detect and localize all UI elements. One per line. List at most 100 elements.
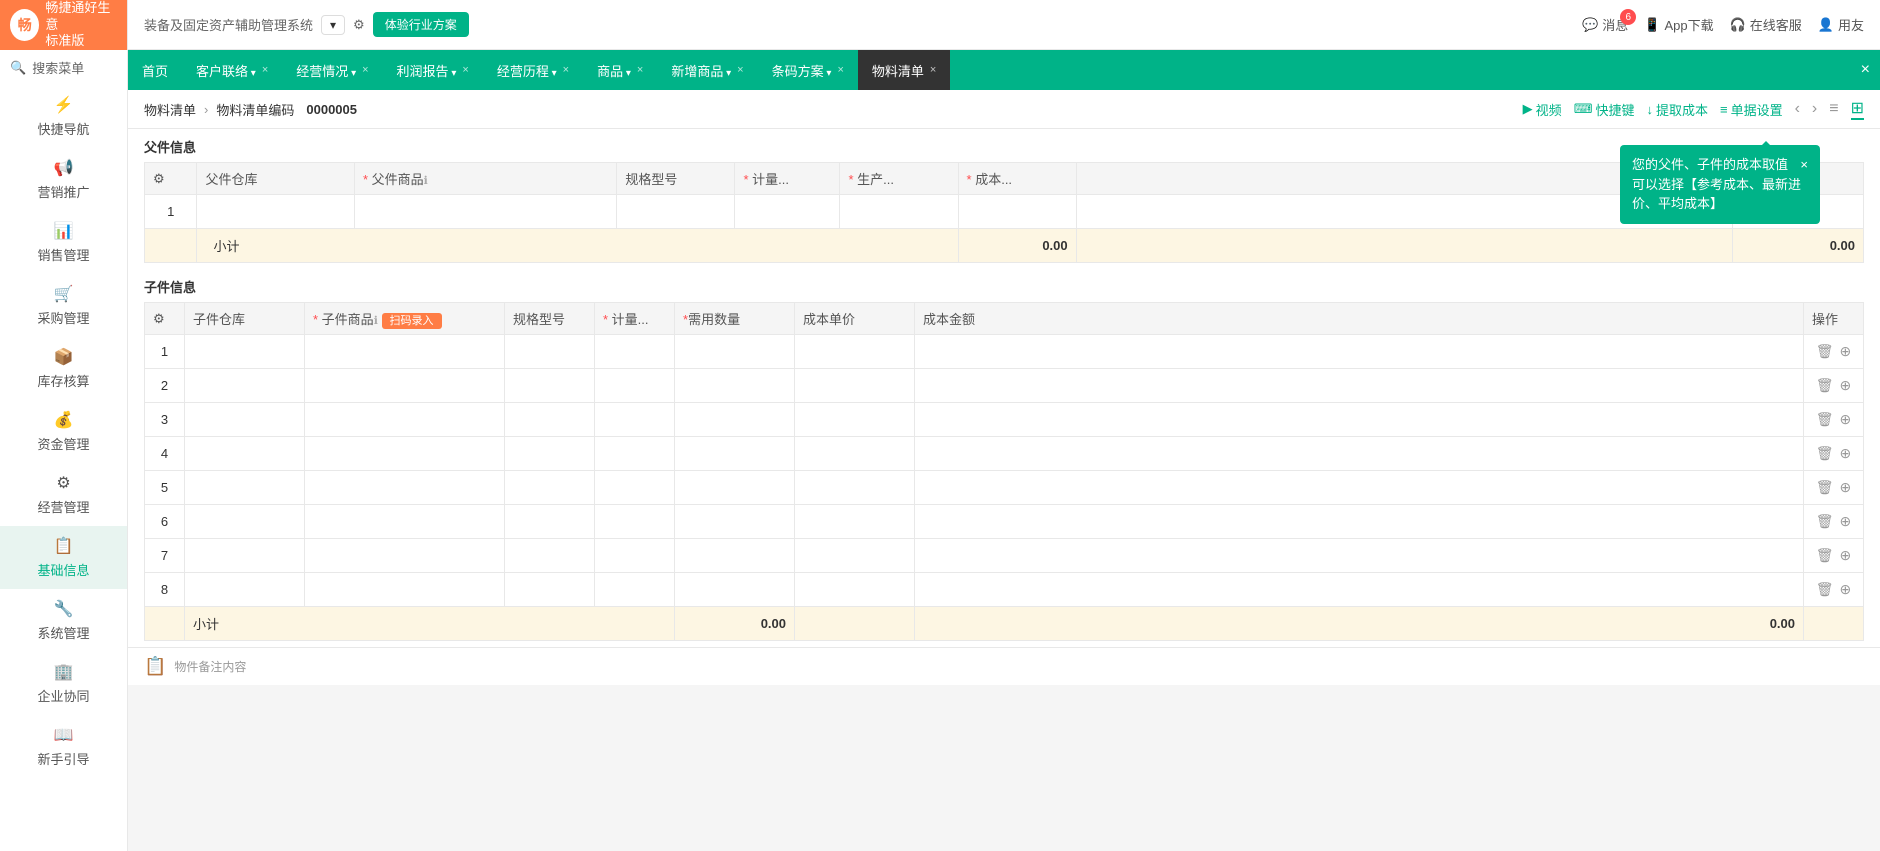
close-all-tabs[interactable]: × [1851,61,1880,79]
child-row-7-delete-icon[interactable]: 🗑 [1816,547,1834,564]
child-row-5-product[interactable] [305,471,505,505]
sidebar-search[interactable]: 🔍 搜索菜单 [0,50,127,85]
shortcut-action[interactable]: ⌨ 快捷键 [1574,100,1635,119]
system-dropdown[interactable]: ▾ [321,15,345,35]
child-row-6-product[interactable] [305,505,505,539]
tab-new-product[interactable]: 新增商品 × [657,50,757,90]
sidebar-item-system[interactable]: 🔧 系统管理 [0,589,127,652]
sidebar-item-finance[interactable]: 💰 资金管理 [0,400,127,463]
child-row-2-spec[interactable] [505,369,595,403]
tab-barcode[interactable]: 条码方案 × [758,50,858,90]
child-row-1-unit[interactable] [595,335,675,369]
child-row-8-qty[interactable] [675,573,795,607]
sidebar-item-basic-info[interactable]: 📋 基础信息 [0,526,127,589]
child-row-6-qty[interactable] [675,505,795,539]
sidebar-item-purchase[interactable]: 🛒 采购管理 [0,274,127,337]
extract-cost-action[interactable]: ↓ 提取成本 [1646,100,1708,119]
child-row-3-delete-icon[interactable]: 🗑 [1816,411,1834,428]
child-row-8-product[interactable] [305,573,505,607]
sidebar-item-quick-nav[interactable]: ⚡ 快捷导航 [0,85,127,148]
child-row-4-qty[interactable] [675,437,795,471]
child-row-6-warehouse[interactable] [185,505,305,539]
sidebar-item-guide[interactable]: 📖 新手引导 [0,715,127,778]
child-row-3-qty[interactable] [675,403,795,437]
child-row-1-unit-cost[interactable] [795,335,915,369]
child-row-7-copy-icon[interactable]: ⊕ [1840,547,1852,564]
child-row-7-spec[interactable] [505,539,595,573]
gear-settings-icon[interactable]: ⚙ [353,17,365,33]
child-row-5-qty[interactable] [675,471,795,505]
child-row-4-spec[interactable] [505,437,595,471]
child-row-3-spec[interactable] [505,403,595,437]
child-row-7-warehouse[interactable] [185,539,305,573]
child-row-7-product[interactable] [305,539,505,573]
child-row-4-warehouse[interactable] [185,437,305,471]
tab-bom-close[interactable]: × [930,64,936,76]
message-item[interactable]: 💬 消息 6 [1582,15,1628,34]
child-row-8-spec[interactable] [505,573,595,607]
sidebar-item-inventory[interactable]: 📦 库存核算 [0,337,127,400]
sidebar-item-sales[interactable]: 📊 销售管理 [0,211,127,274]
child-row-2-qty[interactable] [675,369,795,403]
child-row-3-copy-icon[interactable]: ⊕ [1840,411,1852,428]
tooltip-close-button[interactable]: × [1800,155,1808,175]
nav-next[interactable]: › [1812,100,1817,118]
child-row-2-unit-cost[interactable] [795,369,915,403]
tab-customer-close[interactable]: × [262,64,268,76]
single-settings-action[interactable]: ≡ 单据设置 [1720,100,1783,119]
child-row-6-copy-icon[interactable]: ⊕ [1840,513,1852,530]
child-row-1-delete-icon[interactable]: 🗑 [1816,343,1834,360]
child-row-3-product[interactable] [305,403,505,437]
tab-operations-process[interactable]: 经营历程 × [483,50,583,90]
child-row-3-unit-cost[interactable] [795,403,915,437]
child-row-7-qty[interactable] [675,539,795,573]
sidebar-item-marketing[interactable]: 📢 营销推广 [0,148,127,211]
child-row-6-spec[interactable] [505,505,595,539]
child-row-4-unit[interactable] [595,437,675,471]
child-row-1-product[interactable] [305,335,505,369]
view-action[interactable]: ▶ 视频 [1523,100,1562,119]
tab-bom[interactable]: 物料清单 × [858,50,950,90]
child-row-8-copy-icon[interactable]: ⊕ [1840,581,1852,598]
parent-th-settings[interactable]: ⚙ [145,163,197,195]
child-th-settings[interactable]: ⚙ [145,303,185,335]
tab-profit-report[interactable]: 利润报告 × [383,50,483,90]
tab-operations-situation[interactable]: 经营情况 × [282,50,382,90]
user-item[interactable]: 👤 用友 [1818,15,1864,34]
tab-customer[interactable]: 客户联络 × [182,50,282,90]
tab-profit-report-close[interactable]: × [462,64,468,76]
sidebar-item-operations[interactable]: ⚙ 经营管理 [0,463,127,526]
child-row-5-spec[interactable] [505,471,595,505]
child-row-8-warehouse[interactable] [185,573,305,607]
tab-operations-situation-close[interactable]: × [362,64,368,76]
child-row-5-delete-icon[interactable]: 🗑 [1816,479,1834,496]
child-row-2-delete-icon[interactable]: 🗑 [1816,377,1834,394]
child-row-4-unit-cost[interactable] [795,437,915,471]
parent-row-1-production[interactable] [840,195,958,229]
child-row-1-qty[interactable] [675,335,795,369]
child-row-6-unit[interactable] [595,505,675,539]
tab-products-close[interactable]: × [637,64,643,76]
child-row-2-copy-icon[interactable]: ⊕ [1840,377,1852,394]
parent-row-1-cost[interactable] [958,195,1076,229]
tab-operations-process-close[interactable]: × [563,64,569,76]
child-row-5-unit-cost[interactable] [795,471,915,505]
child-row-3-warehouse[interactable] [185,403,305,437]
child-row-1-warehouse[interactable] [185,335,305,369]
child-row-3-unit[interactable] [595,403,675,437]
breadcrumb-parent[interactable]: 物料清单 [144,100,196,119]
scan-input-btn[interactable]: 扫码录入 [382,313,442,329]
child-row-2-product[interactable] [305,369,505,403]
nav-prev[interactable]: ‹ [1795,100,1800,118]
child-row-8-unit-cost[interactable] [795,573,915,607]
child-row-2-unit[interactable] [595,369,675,403]
child-row-4-copy-icon[interactable]: ⊕ [1840,445,1852,462]
add-note-icon[interactable]: 📋 [144,656,166,677]
child-row-6-delete-icon[interactable]: 🗑 [1816,513,1834,530]
child-row-1-copy-icon[interactable]: ⊕ [1840,343,1852,360]
child-row-4-delete-icon[interactable]: 🗑 [1816,445,1834,462]
child-row-5-warehouse[interactable] [185,471,305,505]
tab-products[interactable]: 商品 × [583,50,657,90]
child-row-8-unit[interactable] [595,573,675,607]
child-row-5-copy-icon[interactable]: ⊕ [1840,479,1852,496]
